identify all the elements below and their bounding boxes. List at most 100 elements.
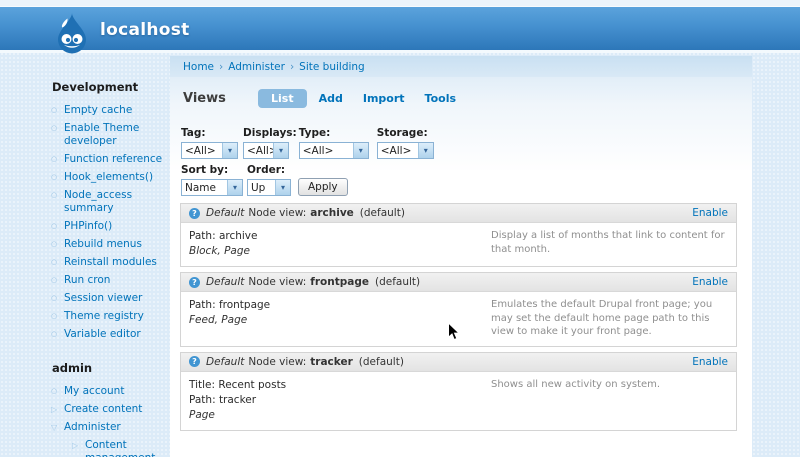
sidebar-item-rebuild-menus[interactable]: ○ Rebuild menus [0,238,166,251]
mouse-cursor [448,322,460,341]
breadcrumb-administer-link[interactable]: Administer [228,61,285,73]
help-icon[interactable]: ? [189,356,200,367]
storage-filter: Storage: <All> ▾ [376,127,434,159]
circle-bullet-icon: ○ [51,191,58,199]
type-select[interactable]: <All> ▾ [298,142,369,159]
breadcrumb-home-link[interactable]: Home [183,61,214,73]
sidebar-item-variable-editor[interactable]: ○ Variable editor [0,328,166,341]
sidebar-item-label: Function reference [64,153,163,165]
tab-add[interactable]: Add [319,92,343,105]
sidebar-item-reinstall-modules[interactable]: ○ Reinstall modules [0,256,166,269]
sidebar-item-administer[interactable]: ▽ Administer [0,421,166,434]
sidebar-item-run-cron[interactable]: ○ Run cron [0,274,166,287]
view-path: Path: frontpage [189,299,271,311]
breadcrumb-site-building-link[interactable]: Site building [299,61,365,73]
order-label: Order: [247,164,286,176]
page-title: Views [183,90,226,106]
view-kind: Node view: [248,207,307,219]
view-row-details: Path: archive Block, Page [189,229,491,259]
chevron-down-icon: ▾ [227,180,242,195]
tab-tools[interactable]: Tools [425,92,456,105]
help-icon[interactable]: ? [189,207,200,219]
view-description: Emulates the default Drupal front page; … [491,299,713,337]
sidebar-item-label: Empty cache [64,104,133,116]
filters-row-1: Tag: <All> ▾ Displays: <All> ▾ [181,127,737,159]
sidebar-section-admin: admin ○ My account ▷ Create content ▽ Admin… [0,361,166,457]
sidebar-item-node-access-summary[interactable]: ○ Node_access summary [0,189,166,215]
type-filter: Type: <All> ▾ [298,127,369,159]
sidebar-item-enable-theme-developer[interactable]: ○ Enable Theme developer [0,122,166,148]
tag-label: Tag: [181,127,206,139]
chevron-down-icon: ▾ [275,180,290,195]
view-row-header: ? Default Node view: tracker (default) E… [181,352,736,372]
sidebar-item-function-reference[interactable]: ○ Function reference [0,153,166,166]
view-row-details: Title: Recent posts Path: tracker Page [189,378,491,423]
circle-bullet-icon: ○ [51,387,58,395]
help-icon[interactable]: ? [189,276,200,288]
sidebar-item-label: My account [64,385,125,397]
breadcrumb-separator: › [289,60,295,73]
displays-filter: Displays: <All> ▾ [243,127,297,159]
apply-button[interactable]: Apply [298,178,348,196]
order-filter: Order: Up ▾ [247,164,291,196]
order-select[interactable]: Up ▾ [247,179,291,196]
sidebar-item-my-account[interactable]: ○ My account [0,385,166,398]
sidebar-item-create-content[interactable]: ▷ Create content [0,403,166,416]
expanded-arrow-icon: ▽ [51,423,58,432]
sidebar-item-label: Theme registry [64,310,144,322]
view-qualifier: (default) [374,276,421,288]
view-kind: Node view: [248,276,307,288]
sidebar-section-title: Development [52,80,139,94]
site-name-link[interactable]: localhost [100,20,190,40]
tabs: List Add Import Tools [258,88,476,108]
view-default-flag: Default [206,276,245,288]
circle-bullet-icon: ○ [51,258,58,266]
sidebar-item-label: Reinstall modules [64,256,157,268]
displays-select[interactable]: <All> ▾ [243,142,289,159]
tab-import[interactable]: Import [363,92,405,105]
view-row-details: Path: frontpage Feed, Page [189,298,491,339]
circle-bullet-icon: ○ [51,276,58,284]
order-select-value: Up [251,181,266,194]
tag-select[interactable]: <All> ▾ [181,142,238,159]
chevron-down-icon: ▾ [417,143,433,158]
view-path: Path: archive [189,230,258,242]
drupal-druplicon-icon [58,13,86,54]
enable-link[interactable]: Enable [692,356,728,368]
view-row-body: Path: archive Block, Page Display a list… [181,223,736,266]
sidebar-item-session-viewer[interactable]: ○ Session viewer [0,292,166,305]
sidebar-item-label: Administer [64,421,121,433]
chevron-down-icon: ▾ [273,143,288,158]
main-content-panel: Home › Administer › Site building Views … [170,56,752,457]
tag-filter: Tag: <All> ▾ [181,127,238,159]
chevron-down-icon: ▾ [352,143,368,158]
view-name: tracker [310,355,353,368]
sidebar-item-phpinfo[interactable]: ○ PHPinfo() [0,220,166,233]
sidebar-item-theme-registry[interactable]: ○ Theme registry [0,310,166,323]
tag-select-value: <All> [185,144,216,157]
sidebar-item-label: Rebuild menus [64,238,142,250]
circle-bullet-icon: ○ [51,124,58,132]
collapsed-arrow-icon: ▷ [72,441,79,450]
drupal-admin-page: localhost Development ○ Empty cache ○ Enab… [0,0,800,457]
view-kind: Node view: [248,355,307,368]
breadcrumb-separator: › [219,60,224,73]
view-description: Display a list of months that link to co… [491,230,725,255]
view-title: Title: Recent posts [189,378,287,391]
storage-select-value: <All> [380,144,412,157]
sidebar-section-development: Development ○ Empty cache ○ Enable Theme d… [0,80,166,341]
sidebar-item-content-management[interactable]: ▷ Content management [0,439,166,457]
sort-by-select[interactable]: Name ▾ [181,179,243,196]
sidebar-item-label: Node_access summary [64,189,133,214]
sidebar-item-empty-cache[interactable]: ○ Empty cache [0,104,166,117]
circle-bullet-icon: ○ [51,222,58,230]
view-default-flag: Default [206,207,245,219]
tab-list[interactable]: List [258,88,307,108]
sidebar-item-label: Session viewer [64,292,143,304]
view-displays: Block, Page [189,245,250,257]
breadcrumb: Home › Administer › Site building [170,56,752,77]
sidebar-item-hook-elements[interactable]: ○ Hook_elements() [0,171,166,184]
storage-select[interactable]: <All> ▾ [376,142,434,159]
enable-link[interactable]: Enable [692,207,728,219]
enable-link[interactable]: Enable [692,276,728,288]
